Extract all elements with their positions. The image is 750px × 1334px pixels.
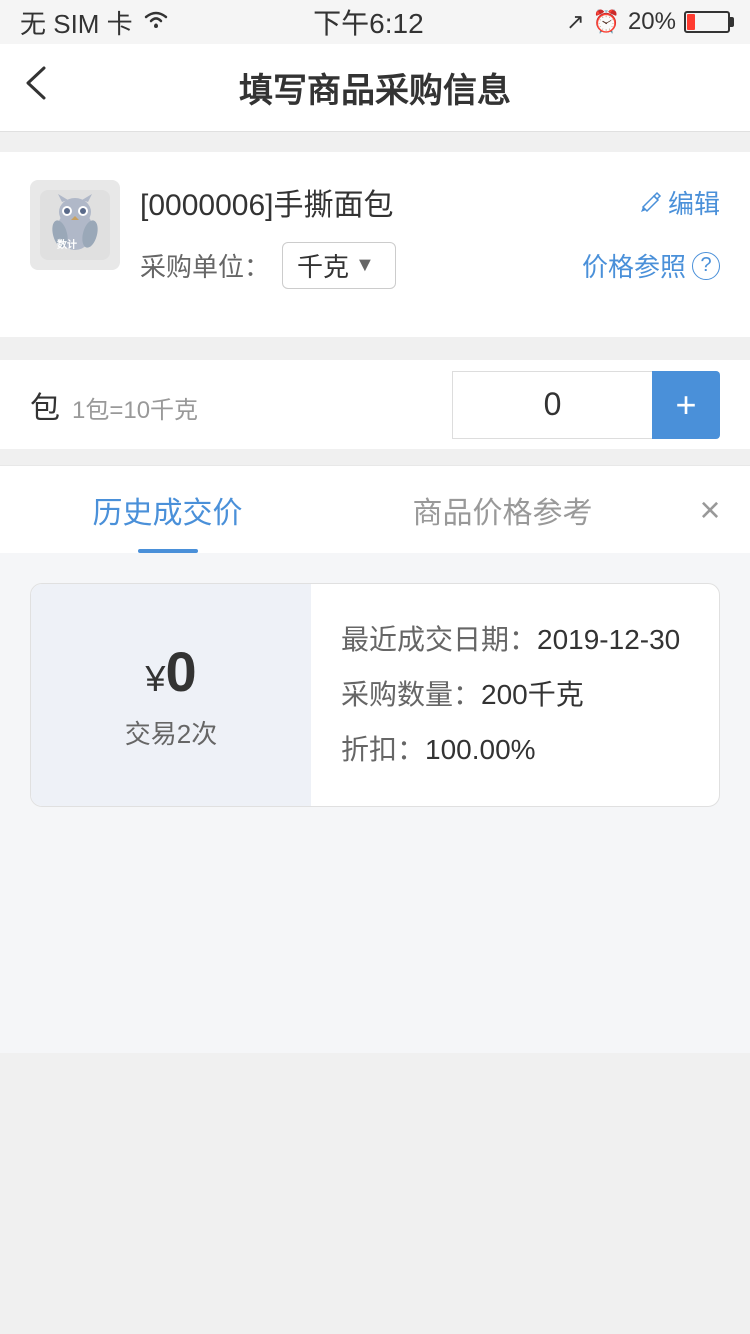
svg-text:数计: 数计	[57, 238, 77, 251]
recent-date-row: 最近成交日期：2019-12-30	[341, 620, 689, 659]
status-bar: 无 SIM 卡 下午6:12 ↗ ⏰ 20%	[0, 0, 750, 44]
page-title: 填写商品采购信息	[239, 63, 511, 112]
quantity-section: 包 1包=10千克 0 +	[0, 359, 750, 449]
qty-unit-sub: 1包=10千克	[72, 390, 198, 425]
edit-button[interactable]: 编辑	[640, 184, 720, 221]
quantity-plus-button[interactable]: +	[652, 371, 720, 439]
back-button[interactable]	[24, 64, 48, 111]
location-icon: ↗	[566, 9, 584, 35]
product-header: 数计 [0000006]手撕面包 编辑 采购单位：	[30, 180, 720, 289]
history-panel: ¥0 交易2次 最近成交日期：2019-12-30 采购数量：200千克 折扣：…	[0, 553, 750, 1053]
transaction-card: ¥0 交易2次 最近成交日期：2019-12-30 采购数量：200千克 折扣：…	[30, 583, 720, 807]
product-image: 数计	[30, 180, 120, 270]
quantity-controls: 0 +	[452, 371, 720, 439]
product-name: [0000006]手撕面包	[140, 180, 393, 224]
tab-bar: 历史成交价 商品价格参考 ×	[0, 465, 750, 553]
qty-unit-main: 包	[30, 383, 60, 427]
quantity-row: 包 1包=10千克 0 +	[0, 359, 750, 449]
carrier-label: 无 SIM 卡	[20, 4, 133, 41]
product-card: 数计 [0000006]手撕面包 编辑 采购单位：	[0, 152, 750, 337]
status-time: 下午6:12	[313, 2, 424, 42]
discount-row: 折扣：100.00%	[341, 730, 689, 769]
tab-underline	[138, 549, 198, 553]
price-ref-button[interactable]: 价格参照 ?	[582, 247, 720, 284]
separator-1	[0, 337, 750, 357]
status-left: 无 SIM 卡	[20, 4, 171, 41]
wifi-icon	[141, 7, 171, 38]
trade-count: 交易2次	[125, 714, 217, 751]
purchase-qty-row: 采购数量：200千克	[341, 675, 689, 714]
status-right: ↗ ⏰ 20%	[566, 8, 730, 36]
nav-bar: 填写商品采购信息	[0, 44, 750, 132]
tab-history-price[interactable]: 历史成交价	[0, 466, 335, 553]
quantity-unit-label: 包 1包=10千克	[30, 383, 198, 427]
product-info: [0000006]手撕面包 编辑 采购单位： 千克 ▼	[140, 180, 720, 289]
transaction-left: ¥0 交易2次	[31, 584, 311, 806]
help-icon: ?	[692, 252, 720, 280]
battery-pct-label: 20%	[628, 8, 676, 36]
quantity-input[interactable]: 0	[452, 371, 652, 439]
unit-select[interactable]: 千克 ▼	[282, 242, 396, 289]
close-button[interactable]: ×	[670, 489, 750, 531]
alarm-icon: ⏰	[593, 9, 620, 35]
unit-value: 千克	[297, 247, 349, 284]
currency-symbol: ¥	[145, 658, 165, 699]
tab-product-price[interactable]: 商品价格参考	[335, 466, 670, 553]
purchase-unit-row: 采购单位： 千克 ▼ 价格参照 ?	[140, 242, 720, 289]
purchase-unit-label: 采购单位：	[140, 247, 270, 284]
product-name-row: [0000006]手撕面包 编辑	[140, 180, 720, 224]
transaction-price: ¥0	[145, 639, 196, 704]
transaction-right: 最近成交日期：2019-12-30 采购数量：200千克 折扣：100.00%	[311, 584, 719, 806]
battery-icon	[684, 11, 730, 33]
dropdown-arrow-icon: ▼	[355, 254, 375, 277]
